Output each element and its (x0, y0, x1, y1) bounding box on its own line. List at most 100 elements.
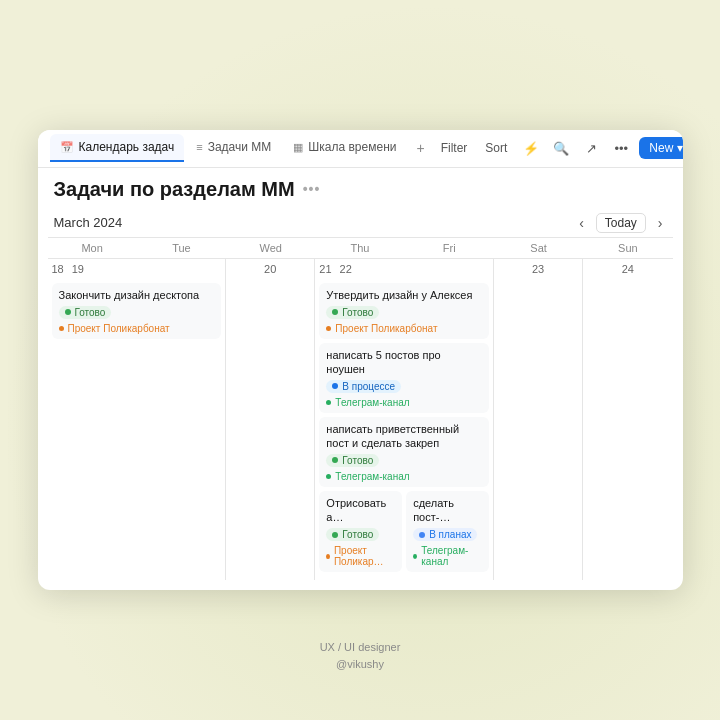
lightning-button[interactable]: ⚡ (519, 136, 543, 160)
task-design-desktop[interactable]: Закончить дизайн десктопа Готово Проект … (52, 283, 222, 339)
cell-sun-24: 24 (583, 259, 672, 580)
project-tag: Проект Поликар… (326, 545, 395, 567)
status-text: Готово (342, 307, 373, 318)
project-tag-tg: Телеграм-канал (413, 545, 482, 567)
task-title: Закончить дизайн десктопа (59, 288, 215, 302)
date-24: 24 (587, 263, 668, 275)
calendar-nav: ‹ Today › (575, 213, 666, 233)
status-text: В процессе (342, 381, 395, 392)
tab-timeline-label: Шкала времени (308, 140, 396, 154)
title-more-icon[interactable]: ••• (303, 181, 321, 197)
project-tag: Проект Поликарбонат (326, 323, 482, 334)
status-dot (332, 532, 338, 538)
tab-tasks[interactable]: ≡ Задачи ММ (186, 134, 281, 162)
status-text: Готово (342, 529, 373, 540)
task-post-sat[interactable]: сделать пост-… В планах Телеграм-канал (406, 491, 489, 572)
calendar-week: 18 19 Закончить дизайн десктопа Готово П… (48, 258, 673, 580)
status-dot (332, 457, 338, 463)
prev-week-button[interactable]: ‹ (575, 213, 588, 233)
tab-bar: 📅 Календарь задач ≡ Задачи ММ ▦ Шкала вр… (38, 130, 683, 168)
status-dot (419, 532, 425, 538)
project-name: Проект Поликарбонат (335, 323, 437, 334)
status-text: Готово (342, 455, 373, 466)
add-tab-button[interactable]: + (408, 136, 432, 160)
status-text: Готово (75, 307, 106, 318)
date-23: 23 (498, 263, 578, 275)
date-19: 19 (72, 263, 84, 275)
task-posts-notion[interactable]: написать 5 постов про ноушен В процессе … (319, 343, 489, 413)
share-button[interactable]: ↗ (579, 136, 603, 160)
task-welcome-post[interactable]: написать приветственный пост и сделать з… (319, 417, 489, 487)
status-badge-inprogress: В процессе (326, 380, 401, 393)
fri-tasks-section: написать 5 постов про ноушен В процессе … (319, 343, 489, 576)
calendar-header: March 2024 ‹ Today › (38, 207, 683, 237)
day-tue: Tue (137, 238, 226, 258)
task-title: написать приветственный пост и сделать з… (326, 422, 482, 451)
timeline-icon: ▦ (293, 141, 303, 154)
status-badge-done: Готово (59, 306, 112, 319)
calendar-month: March 2024 (54, 215, 123, 230)
project-name: Проект Поликарбонат (68, 323, 170, 334)
tab-calendar[interactable]: 📅 Календарь задач (50, 134, 185, 162)
search-button[interactable]: 🔍 (549, 136, 573, 160)
tab-timeline[interactable]: ▦ Шкала времени (283, 134, 406, 162)
project-tag-tg: Телеграм-канал (326, 471, 482, 482)
project-dot (326, 474, 331, 479)
status-dot (332, 383, 338, 389)
status-badge: Готово (326, 528, 379, 541)
days-header: Mon Tue Wed Thu Fri Sat Sun (48, 237, 673, 258)
watermark: UX / UI designer @vikushy (320, 639, 401, 672)
status-badge-done: Готово (326, 454, 379, 467)
app-window: 📅 Календарь задач ≡ Задачи ММ ▦ Шкала вр… (38, 130, 683, 590)
day-mon: Mon (48, 238, 137, 258)
task-draw[interactable]: Отрисовать а… Готово Проект Поликар… (319, 491, 402, 572)
project-tag: Проект Поликарбонат (59, 323, 215, 334)
new-button-label: New (649, 141, 673, 155)
project-dot (59, 326, 64, 331)
status-badge: Готово (326, 306, 379, 319)
today-button[interactable]: Today (596, 213, 646, 233)
task-title: Утвердить дизайн у Алексея (326, 288, 482, 302)
project-name: Телеграм-канал (335, 397, 409, 408)
project-tag-tg: Телеграм-канал (326, 397, 482, 408)
tab-tasks-label: Задачи ММ (208, 140, 272, 154)
date-21: 21 (319, 263, 331, 275)
calendar-icon: 📅 (60, 141, 74, 154)
day-thu: Thu (315, 238, 404, 258)
cell-mon-18: 18 19 Закончить дизайн десктопа Готово П… (48, 259, 227, 580)
fri-bottom-row: Отрисовать а… Готово Проект Поликар… (319, 491, 489, 576)
tab-calendar-label: Календарь задач (79, 140, 175, 154)
page-title-text: Задачи по разделам ММ (54, 178, 295, 201)
sort-button[interactable]: Sort (479, 138, 513, 158)
next-week-button[interactable]: › (654, 213, 667, 233)
calendar-grid: Mon Tue Wed Thu Fri Sat Sun 18 19 Законч… (38, 237, 683, 590)
more-button[interactable]: ••• (609, 136, 633, 160)
chevron-down-icon: ▾ (677, 141, 682, 155)
task-title: Отрисовать а… (326, 496, 395, 525)
new-button[interactable]: New ▾ (639, 137, 682, 159)
project-dot (326, 400, 331, 405)
task-title: написать 5 постов про ноушен (326, 348, 482, 377)
watermark-line2: @vikushy (320, 656, 401, 673)
cell-thu-21: 21 22 Утвердить дизайн у Алексея Готово … (315, 259, 494, 580)
date-18: 18 (52, 263, 64, 275)
task-approve-design[interactable]: Утвердить дизайн у Алексея Готово Проект… (319, 283, 489, 339)
day-sun: Sun (583, 238, 672, 258)
status-badge-planned: В планах (413, 528, 477, 541)
day-sat: Sat (494, 238, 583, 258)
project-name: Телеграм-канал (335, 471, 409, 482)
project-name: Телеграм-канал (421, 545, 482, 567)
status-dot (332, 309, 338, 315)
project-name: Проект Поликар… (334, 545, 395, 567)
status-dot (65, 309, 71, 315)
day-fri: Fri (405, 238, 494, 258)
project-dot (326, 326, 331, 331)
toolbar-right: Filter Sort ⚡ 🔍 ↗ ••• New ▾ (435, 136, 683, 160)
date-22: 22 (340, 263, 352, 275)
page-header: Задачи по разделам ММ ••• (38, 168, 683, 207)
cell-sat-23: 23 (494, 259, 583, 580)
filter-button[interactable]: Filter (435, 138, 474, 158)
watermark-line1: UX / UI designer (320, 639, 401, 656)
date-20: 20 (230, 263, 310, 275)
project-dot (326, 554, 330, 559)
